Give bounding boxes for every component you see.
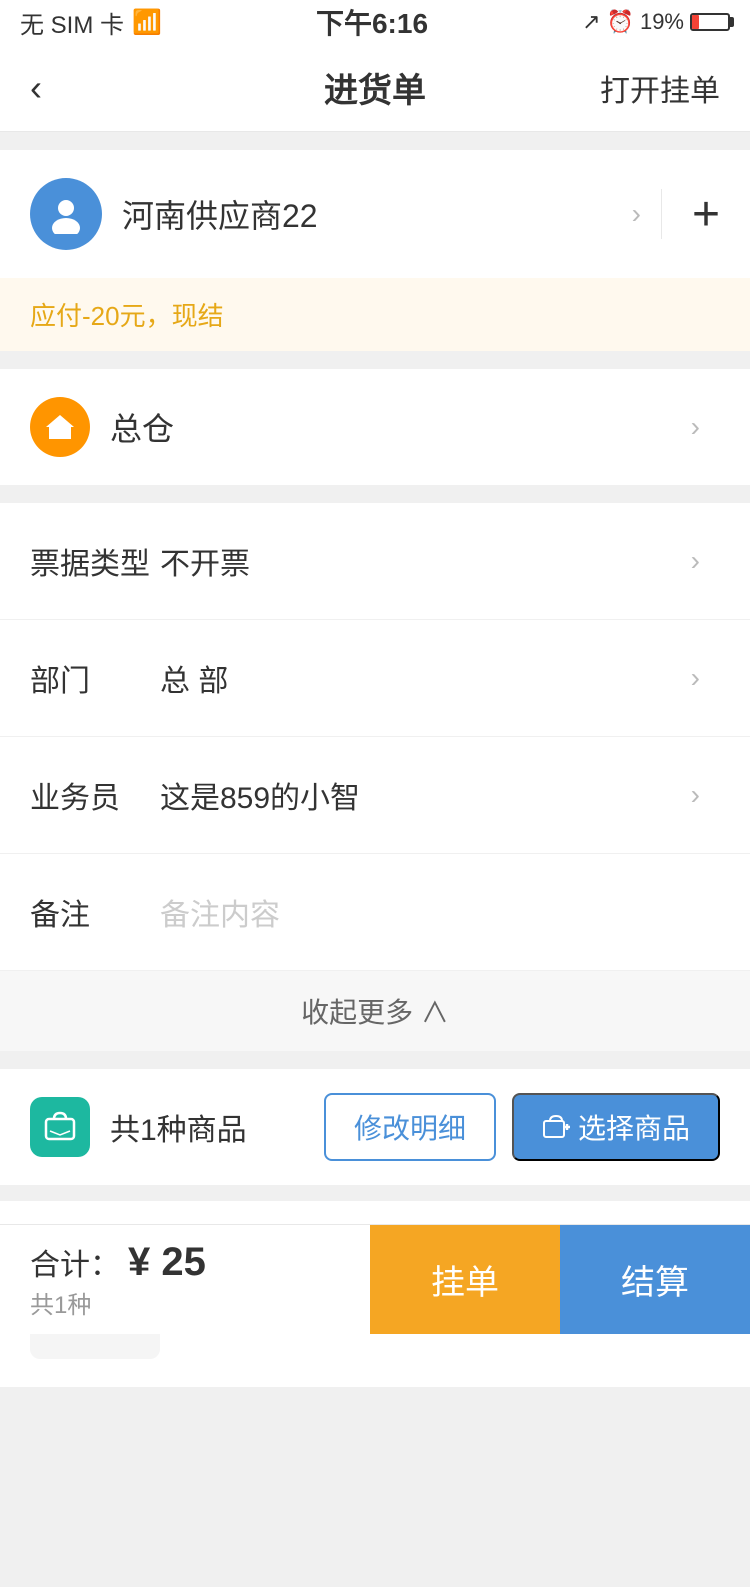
- supplier-section: 河南供应商22 › + 应付-20元，现结: [0, 150, 750, 351]
- total-main: 合计： ¥ 25: [30, 1240, 340, 1285]
- status-left: 无 SIM 卡 📶: [20, 5, 162, 40]
- bottom-spacer: [0, 1387, 750, 1587]
- section-divider-1: [0, 132, 750, 150]
- total-label: 合计：: [30, 1240, 120, 1284]
- warehouse-section: 总仓 ›: [0, 369, 750, 485]
- supplier-avatar: [30, 178, 102, 250]
- dept-row[interactable]: 部门 总 部 ›: [0, 620, 750, 737]
- status-bar: 无 SIM 卡 📶 下午6:16 ↗ ⏰ 19%: [0, 0, 750, 44]
- dept-value: 总 部: [150, 656, 691, 700]
- form-section: 票据类型 不开票 › 部门 总 部 › 业务员 这是859的小智 › 备注 备注…: [0, 503, 750, 971]
- section-divider-4: [0, 1051, 750, 1069]
- status-right: ↗ ⏰ 19%: [582, 9, 730, 35]
- cart-add-icon: [542, 1113, 570, 1141]
- warehouse-icon: [30, 397, 90, 457]
- battery-icon: [690, 13, 730, 31]
- sales-row[interactable]: 业务员 这是859的小智 ›: [0, 737, 750, 854]
- products-count: 共1种商品: [110, 1105, 324, 1149]
- remark-row[interactable]: 备注 备注内容: [0, 854, 750, 971]
- warehouse-row[interactable]: 总仓 ›: [0, 369, 750, 485]
- warehouse-chevron-icon: ›: [691, 411, 700, 443]
- wifi-icon: 📶: [132, 8, 162, 37]
- select-product-label: 选择商品: [578, 1107, 690, 1147]
- collapse-label: 收起更多 ∧: [301, 991, 449, 1031]
- status-time: 下午6:16: [316, 2, 428, 42]
- section-divider-3: [0, 485, 750, 503]
- supplier-name: 河南供应商22: [122, 191, 632, 237]
- pending-button[interactable]: 挂单: [370, 1225, 560, 1334]
- chevron-right-icon: ›: [632, 198, 641, 230]
- total-amount: ¥ 25: [128, 1240, 206, 1285]
- sales-chevron-icon: ›: [691, 779, 700, 811]
- collapse-button[interactable]: 收起更多 ∧: [0, 971, 750, 1051]
- carrier-label: 无 SIM 卡: [20, 5, 124, 40]
- total-section: 合计： ¥ 25 共1种: [0, 1225, 370, 1334]
- warehouse-name: 总仓: [110, 404, 691, 450]
- nav-bar: ‹ 进货单 打开挂单: [0, 44, 750, 132]
- invoice-row[interactable]: 票据类型 不开票 ›: [0, 503, 750, 620]
- total-sub: 共1种: [30, 1285, 340, 1320]
- settle-button[interactable]: 结算: [560, 1225, 750, 1334]
- section-divider-2: [0, 351, 750, 369]
- vertical-divider: [661, 189, 662, 239]
- bottom-bar: 合计： ¥ 25 共1种 挂单 结算: [0, 1224, 750, 1334]
- sales-label: 业务员: [30, 773, 150, 817]
- remark-input[interactable]: 备注内容: [150, 890, 720, 934]
- notice-text: 应付-20元，现结: [30, 301, 224, 331]
- add-button[interactable]: +: [692, 187, 720, 242]
- remark-label: 备注: [30, 890, 150, 934]
- location-icon: ↗: [582, 9, 600, 35]
- invoice-value: 不开票: [150, 539, 691, 583]
- alarm-icon: ⏰: [607, 9, 634, 35]
- notice-bar: 应付-20元，现结: [0, 278, 750, 351]
- sales-value: 这是859的小智: [150, 773, 691, 817]
- page-title: 进货单: [324, 63, 426, 112]
- dept-chevron-icon: ›: [691, 662, 700, 694]
- products-header: 共1种商品 修改明细 选择商品: [0, 1069, 750, 1185]
- supplier-row[interactable]: 河南供应商22 › +: [0, 150, 750, 278]
- cart-icon: [42, 1109, 78, 1145]
- invoice-chevron-icon: ›: [691, 545, 700, 577]
- edit-details-button[interactable]: 修改明细: [324, 1093, 496, 1161]
- open-pending-button[interactable]: 打开挂单: [600, 66, 720, 110]
- products-icon: [30, 1097, 90, 1157]
- home-icon: [44, 411, 76, 443]
- person-icon: [46, 194, 86, 234]
- dept-label: 部门: [30, 656, 150, 700]
- invoice-label: 票据类型: [30, 539, 150, 583]
- select-product-button[interactable]: 选择商品: [512, 1093, 720, 1161]
- battery-percent: 19%: [640, 9, 684, 35]
- back-button[interactable]: ‹: [30, 67, 90, 109]
